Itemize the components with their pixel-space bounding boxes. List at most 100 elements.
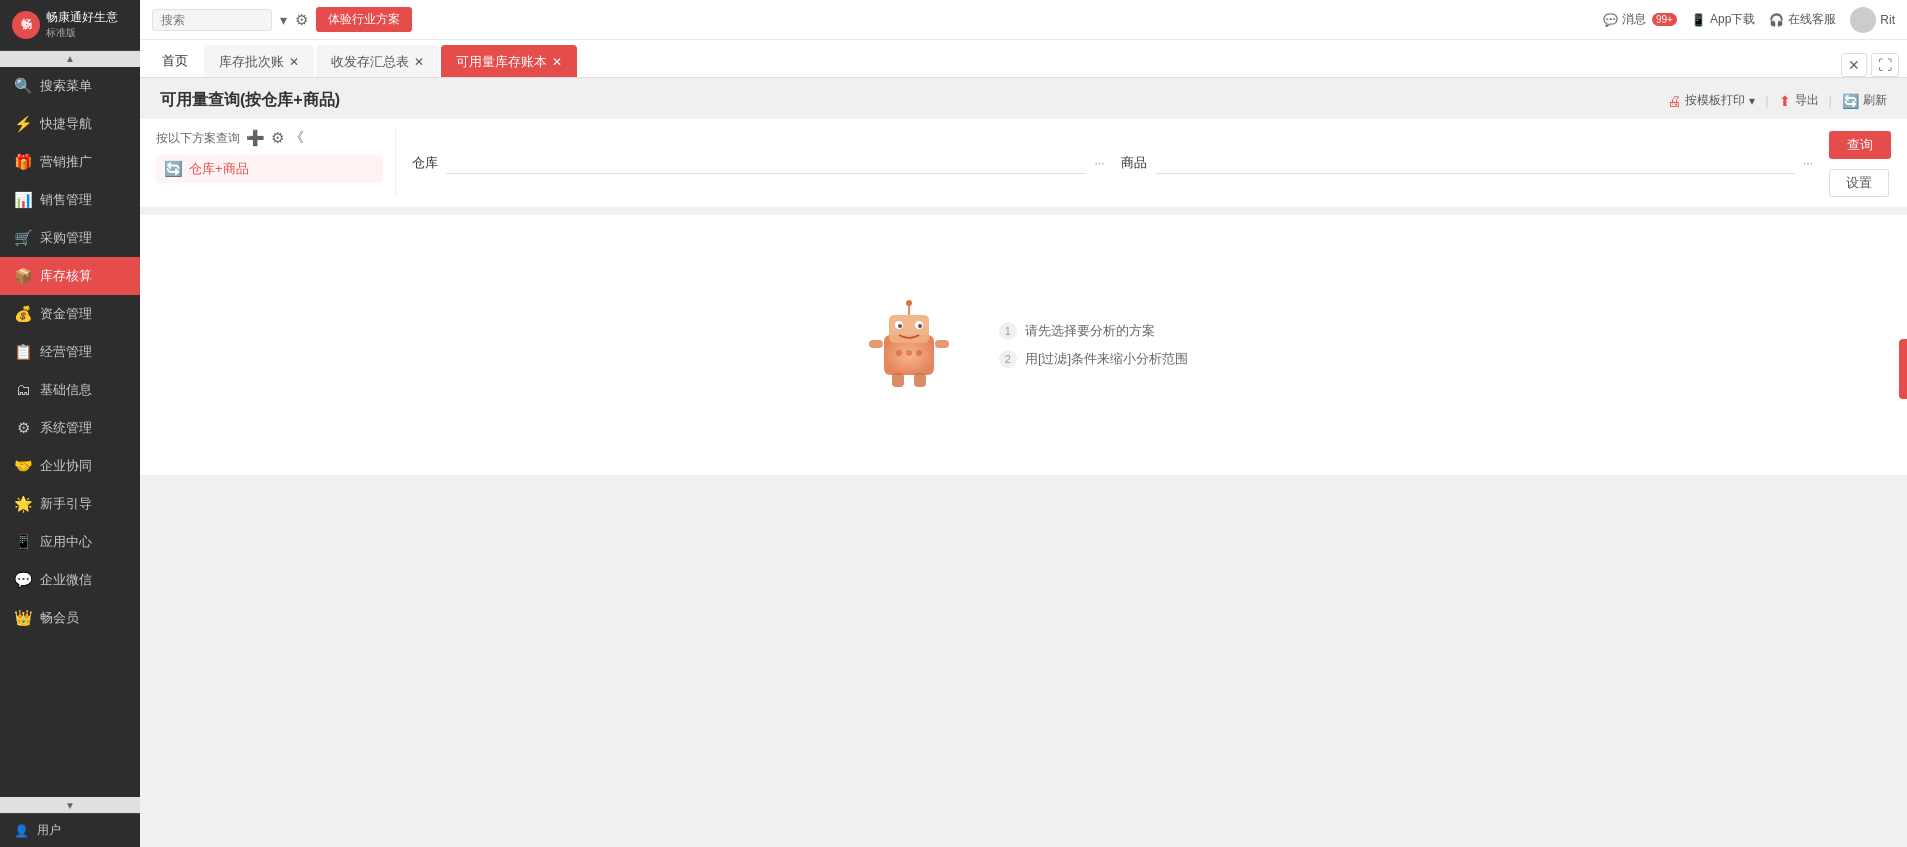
search-input[interactable] [152,9,272,31]
resize-tab-btn[interactable]: ⛶ [1871,53,1899,77]
robot-svg [859,295,959,395]
app-edition: 标准版 [46,26,118,40]
sidebar-item-sales[interactable]: 📊 销售管理 [0,181,140,219]
tip-2-text: 用[过滤]条件来缩小分析范围 [1025,350,1188,368]
tab-home[interactable]: 首页 [148,45,202,77]
right-scroll-handle[interactable] [1899,339,1907,399]
template-print-label: 按模板打印 [1685,92,1745,109]
notification-label: 消息 [1622,11,1646,28]
close-tab-btn[interactable]: ✕ [1841,53,1867,77]
sidebar-item-wechat[interactable]: 💬 企业微信 [0,561,140,599]
tab-close-batch[interactable]: ✕ [289,56,299,68]
filter-buttons: 查询 设置 [1829,129,1891,197]
tip-2-num: 2 [999,350,1017,368]
page-header: 可用量查询(按仓库+商品) 🖨 按模板打印 ▾ | ⬆ 导出 | 🔄 刷新 [140,78,1907,119]
print-dropdown-icon[interactable]: ▾ [1749,94,1755,108]
sidebar-item-system[interactable]: ⚙ 系统管理 [0,409,140,447]
search-icon: 🔍 [14,77,32,95]
sidebar-scroll-down[interactable]: ▼ [0,797,140,813]
sidebar-item-label-marketing: 营销推广 [40,153,92,171]
member-icon: 👑 [14,609,32,627]
settings-btn[interactable]: 设置 [1829,169,1889,197]
svg-rect-6 [869,340,883,348]
settings-icon[interactable]: ⚙ [295,11,308,29]
shortcut-icon: ⚡ [14,115,32,133]
scheme-item-warehouse-product[interactable]: 🔄 仓库+商品 [156,155,383,183]
tab-batch[interactable]: 库存批次账✕ [204,45,314,77]
sidebar-bottom[interactable]: 👤 用户 [0,813,140,847]
tab-close-summary[interactable]: ✕ [414,56,424,68]
sidebar-item-enterprise[interactable]: 🤝 企业协同 [0,447,140,485]
svg-rect-9 [914,373,926,387]
topbar-right: 💬 消息 99+ 📱 App下载 🎧 在线客服 Rit [1603,7,1895,33]
sidebar-item-label-enterprise: 企业协同 [40,457,92,475]
marketing-icon: 🎁 [14,153,32,171]
user-avatar [1850,7,1876,33]
tab-summary[interactable]: 收发存汇总表 ✕ [316,45,439,77]
product-label: 商品 [1121,154,1147,172]
svg-point-13 [906,350,912,356]
warehouse-input[interactable] [446,152,1086,174]
filter-right: 仓库 ··· 商品 ··· 查询 设置 [396,129,1891,197]
sidebar-item-purchase[interactable]: 🛒 采购管理 [0,219,140,257]
sidebar-item-search[interactable]: 🔍 搜索菜单 [0,67,140,105]
tip-1-text: 请先选择要分析的方案 [1025,322,1155,340]
sidebar-nav: 🔍 搜索菜单 ⚡ 快捷导航 🎁 营销推广 📊 销售管理 🛒 采购管理 📦 库存核… [0,67,140,797]
sidebar-item-label-inventory: 库存核算 [40,267,92,285]
collapse-icon[interactable]: 《 [290,129,304,147]
sidebar-item-newuser[interactable]: 🌟 新手引导 [0,485,140,523]
sidebar-item-basic[interactable]: 🗂 基础信息 [0,371,140,409]
tab-available[interactable]: 可用量库存账本✕ [441,45,577,77]
sidebar-item-label-shortcut: 快捷导航 [40,115,92,133]
sidebar-item-finance[interactable]: 💰 资金管理 [0,295,140,333]
sidebar-item-member[interactable]: 👑 畅会员 [0,599,140,637]
online-service-btn[interactable]: 🎧 在线客服 [1769,11,1836,28]
main-area: ▾ ⚙ 体验行业方案 💬 消息 99+ 📱 App下载 🎧 在线客服 Rit 首… [140,0,1907,847]
warehouse-more-icon[interactable]: ··· [1094,156,1104,170]
app-name: 畅康通好生意 [46,10,118,26]
sidebar-scroll-up[interactable]: ▲ [0,51,140,67]
sidebar: 畅 畅康通好生意 标准版 ▲ 🔍 搜索菜单 ⚡ 快捷导航 🎁 营销推广 📊 销售… [0,0,140,847]
sidebar-item-label-basic: 基础信息 [40,381,92,399]
product-input[interactable] [1155,152,1795,174]
edit-scheme-icon[interactable]: ⚙ [271,129,284,147]
template-print-btn[interactable]: 🖨 按模板打印 ▾ [1667,92,1755,109]
page-content: 可用量查询(按仓库+商品) 🖨 按模板打印 ▾ | ⬆ 导出 | 🔄 刷新 [140,78,1907,847]
scheme-icon: 🔄 [164,160,183,178]
phone-icon: 📱 [1691,13,1706,27]
export-label: 导出 [1795,92,1819,109]
sidebar-header: 畅 畅康通好生意 标准版 [0,0,140,51]
experience-btn[interactable]: 体验行业方案 [316,7,412,32]
sidebar-item-label-system: 系统管理 [40,419,92,437]
sidebar-item-operation[interactable]: 📋 经营管理 [0,333,140,371]
divider2: | [1829,93,1832,108]
query-btn[interactable]: 查询 [1829,131,1891,159]
tab-label-home: 首页 [162,52,188,70]
sidebar-item-label-newuser: 新手引导 [40,495,92,513]
user-area[interactable]: Rit [1850,7,1895,33]
notification-count: 99+ [1652,13,1677,26]
sidebar-item-appcenter[interactable]: 📱 应用中心 [0,523,140,561]
sidebar-item-marketing[interactable]: 🎁 营销推广 [0,143,140,181]
finance-icon: 💰 [14,305,32,323]
refresh-btn[interactable]: 🔄 刷新 [1842,92,1887,109]
svg-point-11 [906,300,912,306]
notification-btn[interactable]: 💬 消息 99+ [1603,11,1677,28]
product-more-icon[interactable]: ··· [1803,156,1813,170]
dropdown-icon[interactable]: ▾ [280,12,287,28]
tab-close-available[interactable]: ✕ [552,56,562,68]
filter-panel: 按以下方案查询 ➕ ⚙ 《 🔄 仓库+商品 仓库 [140,119,1907,207]
appcenter-icon: 📱 [14,533,32,551]
sidebar-item-shortcut[interactable]: ⚡ 快捷导航 [0,105,140,143]
tip-2: 2 用[过滤]条件来缩小分析范围 [999,350,1188,368]
add-scheme-icon[interactable]: ➕ [246,129,265,147]
basic-icon: 🗂 [14,381,32,398]
tab-label-summary: 收发存汇总表 [331,53,409,71]
app-download-btn[interactable]: 📱 App下载 [1691,11,1755,28]
refresh-icon: 🔄 [1842,93,1859,109]
sidebar-item-inventory[interactable]: 📦 库存核算 [0,257,140,295]
filter-label: 按以下方案查询 ➕ ⚙ 《 [156,129,383,147]
export-btn[interactable]: ⬆ 导出 [1779,92,1819,109]
sidebar-item-label-operation: 经营管理 [40,343,92,361]
operation-icon: 📋 [14,343,32,361]
